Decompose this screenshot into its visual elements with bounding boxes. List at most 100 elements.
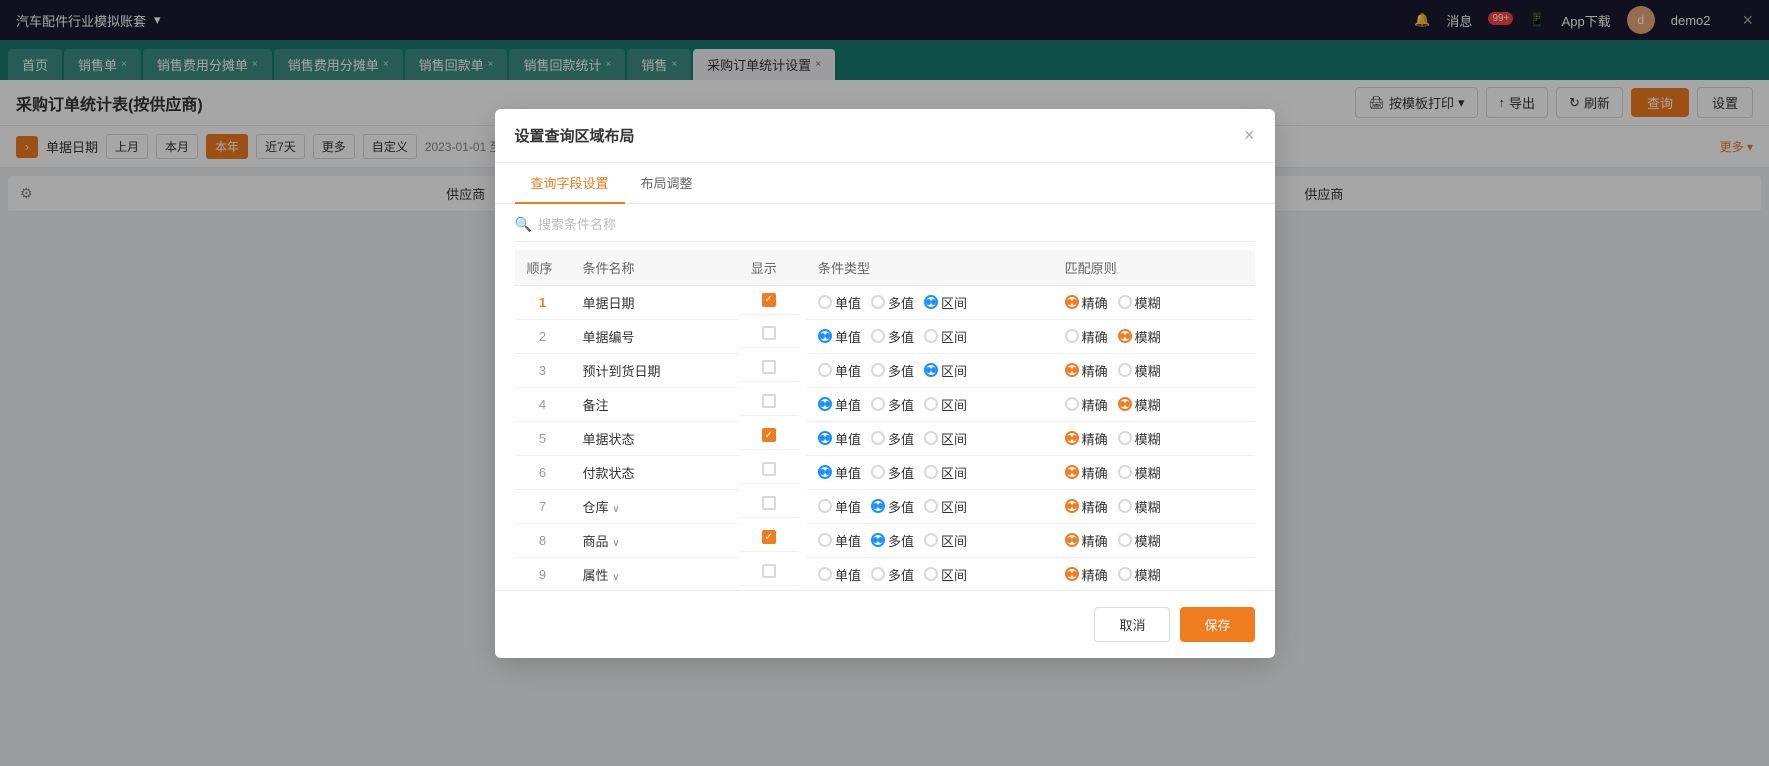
- match-fuzzy-radio[interactable]: 模糊: [1118, 429, 1161, 448]
- type-range-radio[interactable]: 区间: [924, 463, 967, 482]
- cancel-button[interactable]: 取消: [1094, 607, 1170, 642]
- match-fuzzy-radio[interactable]: 模糊: [1118, 497, 1161, 516]
- radio-circle[interactable]: [871, 567, 885, 581]
- match-fuzzy-radio[interactable]: 模糊: [1118, 463, 1161, 482]
- save-button[interactable]: 保存: [1180, 607, 1254, 642]
- radio-circle[interactable]: [818, 465, 832, 479]
- radio-circle[interactable]: [924, 499, 938, 513]
- radio-circle[interactable]: [1065, 363, 1079, 377]
- radio-circle[interactable]: [818, 295, 832, 309]
- radio-circle[interactable]: [1065, 397, 1079, 411]
- search-input[interactable]: [538, 217, 738, 232]
- match-exact-radio[interactable]: 精确: [1065, 497, 1108, 516]
- radio-circle[interactable]: [1118, 567, 1132, 581]
- type-single-radio[interactable]: 单值: [818, 293, 861, 312]
- row-show-checkbox[interactable]: ✓: [739, 523, 799, 552]
- type-range-radio[interactable]: 区间: [924, 395, 967, 414]
- radio-circle[interactable]: [924, 295, 938, 309]
- radio-circle[interactable]: [924, 329, 938, 343]
- radio-circle[interactable]: [924, 397, 938, 411]
- radio-circle[interactable]: [1065, 567, 1079, 581]
- radio-circle[interactable]: [1065, 431, 1079, 445]
- radio-circle[interactable]: [1065, 499, 1079, 513]
- radio-circle[interactable]: [1118, 363, 1132, 377]
- match-fuzzy-radio[interactable]: 模糊: [1118, 565, 1161, 584]
- match-exact-radio[interactable]: 精确: [1065, 429, 1108, 448]
- match-exact-radio[interactable]: 精确: [1065, 463, 1108, 482]
- type-multi-radio[interactable]: 多值: [871, 395, 914, 414]
- type-range-radio[interactable]: 区间: [924, 293, 967, 312]
- checkbox[interactable]: [762, 360, 776, 374]
- checkbox[interactable]: [762, 496, 776, 510]
- type-range-radio[interactable]: 区间: [924, 565, 967, 584]
- type-single-radio[interactable]: 单值: [818, 327, 861, 346]
- radio-circle[interactable]: [1118, 499, 1132, 513]
- type-single-radio[interactable]: 单值: [818, 361, 861, 380]
- row-show-checkbox[interactable]: ✓: [739, 421, 799, 450]
- type-range-radio[interactable]: 区间: [924, 327, 967, 346]
- type-multi-radio[interactable]: 多值: [871, 565, 914, 584]
- radio-circle[interactable]: [1065, 465, 1079, 479]
- dialog-close-button[interactable]: ×: [1244, 125, 1255, 146]
- match-exact-radio[interactable]: 精确: [1065, 293, 1108, 312]
- radio-circle[interactable]: [1065, 329, 1079, 343]
- row-show-checkbox[interactable]: ✓: [739, 286, 799, 315]
- type-single-radio[interactable]: 单值: [818, 497, 861, 516]
- type-range-radio[interactable]: 区间: [924, 531, 967, 550]
- checkbox[interactable]: [762, 564, 776, 578]
- match-fuzzy-radio[interactable]: 模糊: [1118, 327, 1161, 346]
- radio-circle[interactable]: [924, 533, 938, 547]
- radio-circle[interactable]: [818, 533, 832, 547]
- match-exact-radio[interactable]: 精确: [1065, 327, 1108, 346]
- radio-circle[interactable]: [871, 431, 885, 445]
- radio-circle[interactable]: [1118, 431, 1132, 445]
- radio-circle[interactable]: [871, 295, 885, 309]
- radio-circle[interactable]: [1118, 397, 1132, 411]
- radio-circle[interactable]: [924, 465, 938, 479]
- checkbox[interactable]: ✓: [762, 293, 776, 307]
- settings-table-scroll[interactable]: 顺序 条件名称 显示 条件类型 匹配原则 1单据日期✓ 单值 多值: [515, 250, 1255, 590]
- type-single-radio[interactable]: 单值: [818, 463, 861, 482]
- radio-circle[interactable]: [924, 431, 938, 445]
- radio-circle[interactable]: [1065, 533, 1079, 547]
- type-multi-radio[interactable]: 多值: [871, 497, 914, 516]
- radio-circle[interactable]: [818, 499, 832, 513]
- type-multi-radio[interactable]: 多值: [871, 327, 914, 346]
- type-single-radio[interactable]: 单值: [818, 429, 861, 448]
- type-multi-radio[interactable]: 多值: [871, 531, 914, 550]
- row-show-checkbox[interactable]: [739, 489, 799, 518]
- checkbox[interactable]: ✓: [762, 428, 776, 442]
- radio-circle[interactable]: [818, 567, 832, 581]
- radio-circle[interactable]: [1118, 465, 1132, 479]
- type-multi-radio[interactable]: 多值: [871, 429, 914, 448]
- match-fuzzy-radio[interactable]: 模糊: [1118, 395, 1161, 414]
- radio-circle[interactable]: [1118, 295, 1132, 309]
- radio-circle[interactable]: [818, 363, 832, 377]
- radio-circle[interactable]: [871, 465, 885, 479]
- type-single-radio[interactable]: 单值: [818, 565, 861, 584]
- type-multi-radio[interactable]: 多值: [871, 293, 914, 312]
- radio-circle[interactable]: [924, 363, 938, 377]
- type-range-radio[interactable]: 区间: [924, 361, 967, 380]
- radio-circle[interactable]: [818, 431, 832, 445]
- dialog-tab-query-fields[interactable]: 查询字段设置: [515, 163, 625, 204]
- checkbox[interactable]: [762, 394, 776, 408]
- match-exact-radio[interactable]: 精确: [1065, 361, 1108, 380]
- checkbox[interactable]: [762, 462, 776, 476]
- radio-circle[interactable]: [871, 533, 885, 547]
- radio-circle[interactable]: [871, 363, 885, 377]
- radio-circle[interactable]: [1118, 329, 1132, 343]
- match-fuzzy-radio[interactable]: 模糊: [1118, 293, 1161, 312]
- checkbox[interactable]: ✓: [762, 530, 776, 544]
- radio-circle[interactable]: [818, 329, 832, 343]
- match-exact-radio[interactable]: 精确: [1065, 395, 1108, 414]
- row-show-checkbox[interactable]: [739, 455, 799, 484]
- match-exact-radio[interactable]: 精确: [1065, 565, 1108, 584]
- type-multi-radio[interactable]: 多值: [871, 463, 914, 482]
- radio-circle[interactable]: [924, 567, 938, 581]
- type-range-radio[interactable]: 区间: [924, 429, 967, 448]
- dialog-tab-layout[interactable]: 布局调整: [625, 163, 709, 204]
- row-show-checkbox[interactable]: [739, 319, 799, 348]
- radio-circle[interactable]: [871, 499, 885, 513]
- radio-circle[interactable]: [818, 397, 832, 411]
